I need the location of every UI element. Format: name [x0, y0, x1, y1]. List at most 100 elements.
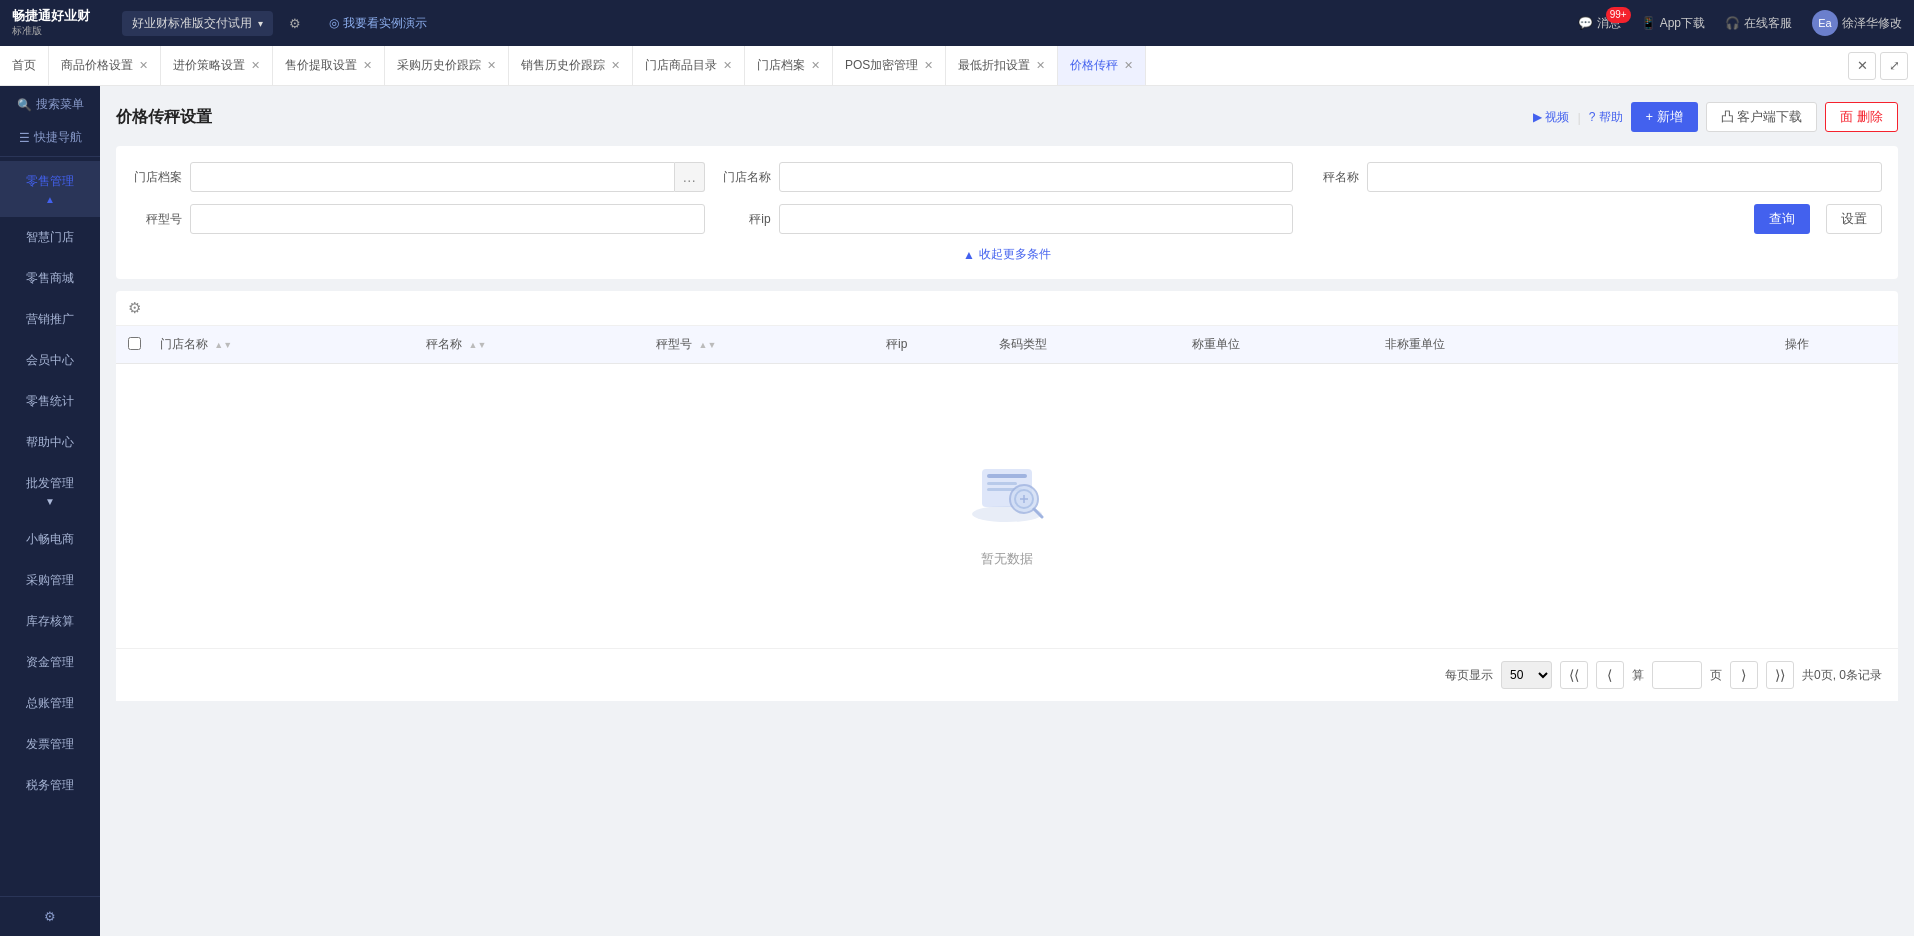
sidebar-item-retail-stats[interactable]: 零售统计: [0, 381, 100, 422]
data-table: 门店名称 ▲▼ 秤名称 ▲▼ 秤型号 ▲▼: [116, 326, 1898, 648]
download-button[interactable]: 凸 客户端下载: [1706, 102, 1818, 132]
retail-mall-label: 零售商城: [26, 270, 74, 287]
sort-icon[interactable]: ▲▼: [214, 340, 232, 350]
close-icon[interactable]: ✕: [723, 59, 732, 72]
sidebar-item-purchase[interactable]: 采购管理: [0, 560, 100, 601]
page-number-input[interactable]: 1: [1652, 661, 1702, 689]
page-actions: ▶ 视频 | ? 帮助 + 新增 凸 客户端下载: [1533, 102, 1898, 132]
next-page-button[interactable]: ⟩: [1730, 661, 1758, 689]
prev-page-button[interactable]: ⟨: [1596, 661, 1624, 689]
pagination: 每页显示 10 20 50 100 ⟨⟨ ⟨ 算 1 页 ⟩ ⟩⟩: [116, 648, 1898, 701]
avatar-initials: Ea: [1818, 17, 1831, 29]
last-page-button[interactable]: ⟩⟩: [1766, 661, 1794, 689]
help-link[interactable]: ? 帮助: [1589, 109, 1623, 126]
close-icon[interactable]: ✕: [251, 59, 260, 72]
tab-home[interactable]: 首页: [0, 46, 49, 86]
tabs-bar: 首页 商品价格设置 ✕ 进价策略设置 ✕ 售价提取设置 ✕ 采购历史价跟踪 ✕ …: [0, 46, 1914, 86]
user-menu[interactable]: Ea 徐泽华修改: [1812, 10, 1902, 36]
tab-purchase-strategy[interactable]: 进价策略设置 ✕: [161, 46, 273, 86]
top-bar: 畅捷通好业财 标准版 好业财标准版交付试用 ▾ ⚙ ◎ 我要看实例演示 💬 消息…: [0, 0, 1914, 46]
avatar: Ea: [1812, 10, 1838, 36]
chevron-down-icon: ▾: [258, 18, 263, 29]
sidebar-item-ecommerce[interactable]: 小畅电商: [0, 519, 100, 560]
settings-button[interactable]: 设置: [1826, 204, 1882, 234]
settings-icon[interactable]: ⚙: [281, 9, 309, 37]
chevron-down-icon: ▼: [45, 496, 55, 507]
tab-product-price[interactable]: 商品价格设置 ✕: [49, 46, 161, 86]
tab-price-scale[interactable]: 价格传秤 ✕: [1058, 46, 1146, 86]
tab-sale-history[interactable]: 销售历史价跟踪 ✕: [509, 46, 633, 86]
page-total: 共0页, 0条记录: [1802, 667, 1882, 684]
table-settings-icon[interactable]: ⚙: [128, 299, 141, 317]
scale-model-label: 秤型号: [132, 211, 182, 228]
app-download-button[interactable]: 📱 App下载: [1641, 15, 1705, 32]
sidebar-item-inventory[interactable]: 库存核算: [0, 601, 100, 642]
sidebar-quick-nav[interactable]: ☰ 快捷导航: [0, 123, 100, 157]
close-icon[interactable]: ✕: [611, 59, 620, 72]
query-button[interactable]: 查询: [1754, 204, 1810, 234]
close-icon[interactable]: ✕: [924, 59, 933, 72]
close-icon[interactable]: ✕: [1124, 59, 1133, 72]
delete-button[interactable]: 面 删除: [1825, 102, 1898, 132]
close-icon[interactable]: ✕: [487, 59, 496, 72]
sort-icon[interactable]: ▲▼: [469, 340, 487, 350]
maximize-tab-button[interactable]: ⤢: [1880, 52, 1908, 80]
first-page-button[interactable]: ⟨⟨: [1560, 661, 1588, 689]
download-icon: 📱: [1641, 16, 1656, 30]
close-icon[interactable]: ✕: [363, 59, 372, 72]
general-ledger-label: 总账管理: [26, 695, 74, 712]
demo-button[interactable]: ◎ 我要看实例演示: [325, 15, 427, 32]
per-page-select[interactable]: 10 20 50 100: [1501, 661, 1552, 689]
tab-store-catalog[interactable]: 门店商品目录 ✕: [633, 46, 745, 86]
help-label: 帮助: [1599, 109, 1623, 126]
sort-icon[interactable]: ▲▼: [698, 340, 716, 350]
close-icon[interactable]: ✕: [1036, 59, 1045, 72]
invoice-label: 发票管理: [26, 736, 74, 753]
store-archive-browse-icon[interactable]: …: [675, 162, 705, 192]
message-badge: 99+: [1606, 7, 1631, 23]
tab-store-archive[interactable]: 门店档案 ✕: [745, 46, 833, 86]
sidebar-item-tax[interactable]: 税务管理: [0, 765, 100, 806]
scale-name-input[interactable]: [1367, 162, 1882, 192]
add-button[interactable]: + 新增: [1631, 102, 1698, 132]
video-link[interactable]: ▶ 视频: [1533, 109, 1569, 126]
sidebar-item-retail-mall[interactable]: 零售商城: [0, 258, 100, 299]
version-label: 好业财标准版交付试用: [132, 15, 252, 32]
tab-purchase-history[interactable]: 采购历史价跟踪 ✕: [385, 46, 509, 86]
online-service-label: 在线客服: [1744, 15, 1792, 32]
scale-ip-input[interactable]: [779, 204, 1294, 234]
tab-min-discount[interactable]: 最低折扣设置 ✕: [946, 46, 1058, 86]
store-name-input[interactable]: [779, 162, 1294, 192]
per-page-label: 每页显示: [1445, 667, 1493, 684]
online-service-button[interactable]: 🎧 在线客服: [1725, 15, 1792, 32]
sidebar-item-marketing[interactable]: 营销推广: [0, 299, 100, 340]
close-icon[interactable]: ✕: [811, 59, 820, 72]
sidebar-item-invoice[interactable]: 发票管理: [0, 724, 100, 765]
sidebar-item-wholesale[interactable]: 批发管理 ▼: [0, 463, 100, 519]
select-all-checkbox[interactable]: [128, 337, 141, 350]
version-selector[interactable]: 好业财标准版交付试用 ▾: [122, 11, 273, 36]
sidebar-item-finance[interactable]: 资金管理: [0, 642, 100, 683]
tab-pos-manage[interactable]: POS加密管理 ✕: [833, 46, 946, 86]
sidebar-item-general-ledger[interactable]: 总账管理: [0, 683, 100, 724]
sidebar-item-help[interactable]: 帮助中心: [0, 422, 100, 463]
tab-product-price-label: 商品价格设置: [61, 57, 133, 74]
demo-icon: ◎: [329, 16, 339, 30]
collapse-button[interactable]: ▲ 收起更多条件: [132, 246, 1882, 263]
sidebar-gear-button[interactable]: ⚙: [0, 896, 100, 936]
sidebar-search[interactable]: 🔍 搜索菜单: [0, 86, 100, 123]
sidebar-item-member[interactable]: 会员中心: [0, 340, 100, 381]
tab-sale-extract[interactable]: 售价提取设置 ✕: [273, 46, 385, 86]
app-download-label: App下载: [1660, 15, 1705, 32]
chevron-up-icon: ▲: [963, 248, 975, 262]
scale-model-input[interactable]: [190, 204, 705, 234]
logo: 畅捷通好业财 标准版: [12, 8, 112, 38]
close-tab-button[interactable]: ✕: [1848, 52, 1876, 80]
sidebar-item-smart-store[interactable]: 智慧门店: [0, 217, 100, 258]
sidebar-item-retail-manage[interactable]: 零售管理 ▲: [0, 161, 100, 217]
ecommerce-label: 小畅电商: [26, 531, 74, 548]
store-archive-input[interactable]: [190, 162, 675, 192]
message-button[interactable]: 💬 消息 99+: [1578, 15, 1621, 32]
close-icon[interactable]: ✕: [139, 59, 148, 72]
filter-row-1: 门店档案 … 门店名称 秤名称: [132, 162, 1882, 192]
